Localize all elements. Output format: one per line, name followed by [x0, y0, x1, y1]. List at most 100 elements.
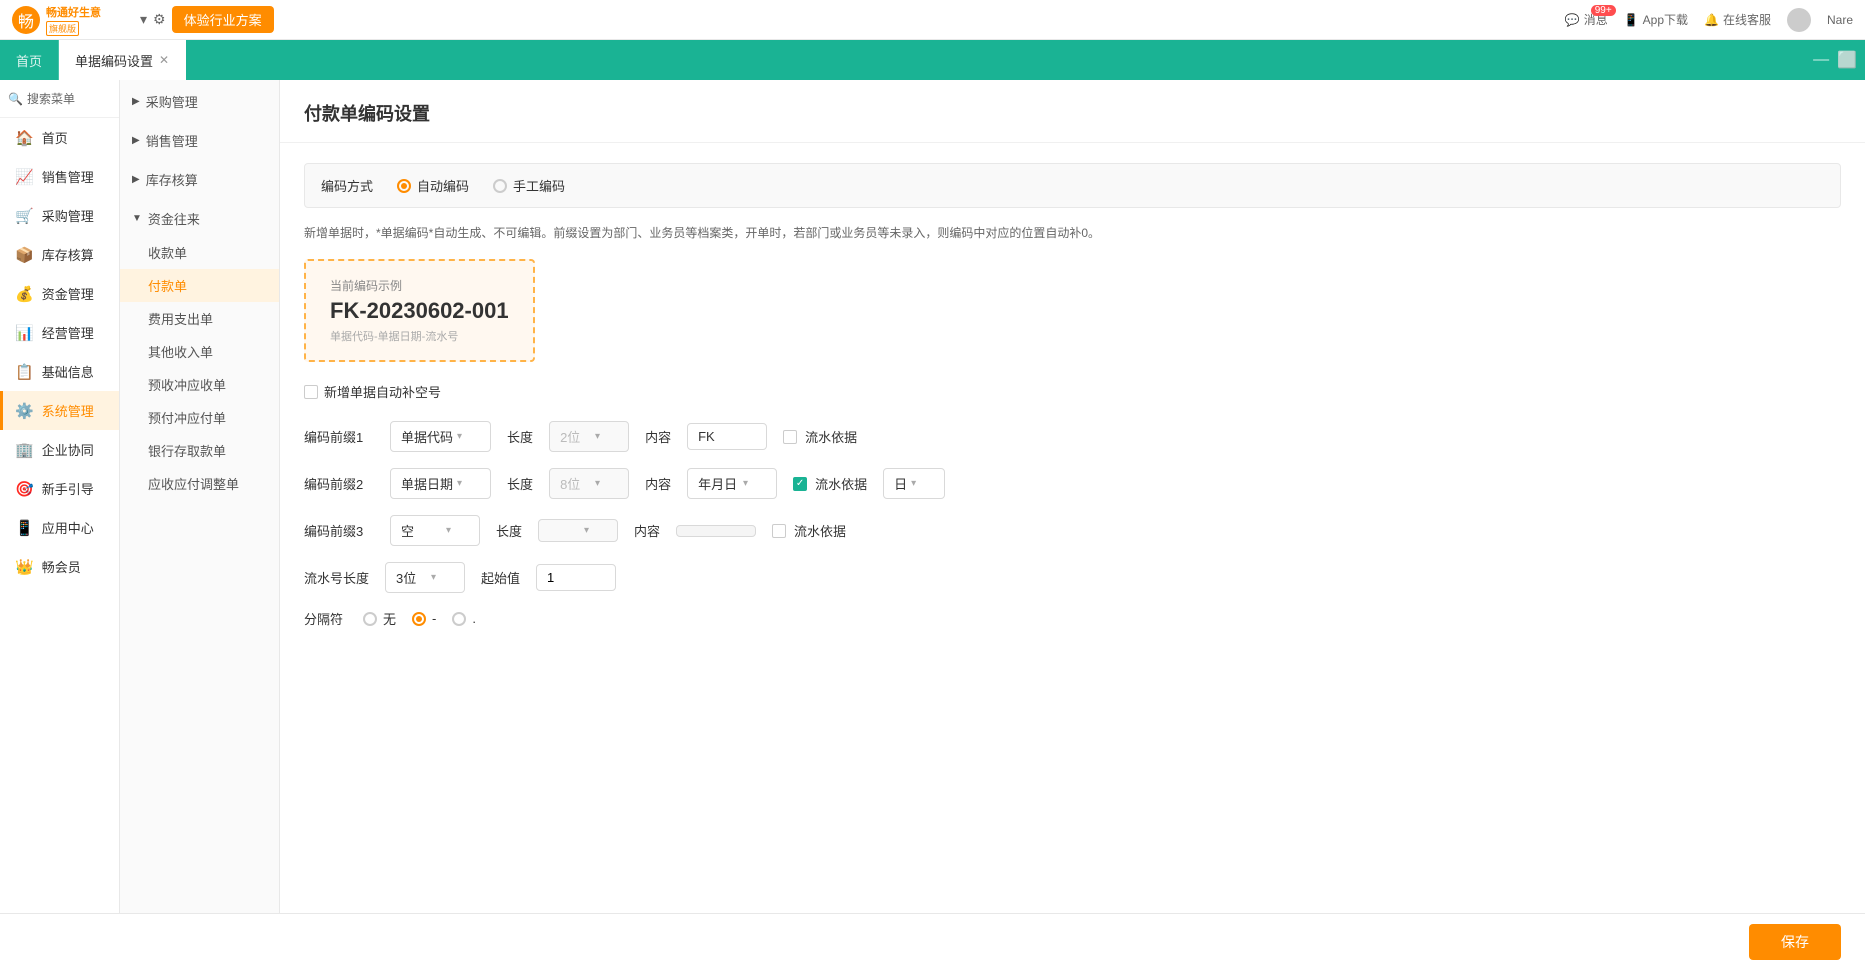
sidebar-item-member[interactable]: 👑 畅会员	[0, 547, 119, 586]
system-icon: ⚙️	[15, 402, 34, 420]
member-icon: 👑	[15, 558, 34, 576]
sidebar: 🔍 搜索菜单 🏠 首页 📈 销售管理 🛒 采购管理 📦 库存核算 💰 资金管理 …	[0, 80, 120, 969]
manual-encoding-radio[interactable]: 手工编码	[493, 176, 565, 195]
flow2-checkbox[interactable]: ✓	[793, 477, 807, 491]
config-row-1: 编码前缀1 单据代码 ▾ 长度 2位 ▾ 内容 FK 流水依据	[304, 421, 1841, 452]
length1-arrow-icon: ▾	[595, 431, 600, 442]
sidebar-item-purchase[interactable]: 🛒 采购管理	[0, 196, 119, 235]
sub-header-inventory[interactable]: ▶ 库存核算	[120, 162, 279, 197]
content3-label: 内容	[634, 521, 660, 540]
day-value-select[interactable]: 日 ▾	[883, 468, 945, 499]
flow2-label: 流水依据	[815, 474, 867, 493]
message-badge[interactable]: 💬 消息 99+	[1565, 11, 1608, 28]
serial-start-label: 起始值	[481, 568, 520, 587]
sub-item-payment[interactable]: 付款单	[120, 269, 279, 302]
tab-bar: 首页 单据编码设置 ✕ — ⬜	[0, 40, 1865, 80]
save-button[interactable]: 保存	[1749, 924, 1841, 960]
sub-item-expense[interactable]: 费用支出单	[120, 302, 279, 335]
sep-dot-radio[interactable]: .	[452, 611, 476, 626]
service-icon: 🔔	[1704, 13, 1719, 27]
app-download[interactable]: 📱 App下载	[1624, 11, 1688, 28]
day-select: 日 ▾	[883, 468, 945, 499]
sub-sidebar: ▶ 采购管理 ▶ 销售管理 ▶ 库存核算 ▼ 资金往来 收款单 付款单 费用支出…	[120, 80, 280, 969]
sub-item-adjust[interactable]: 应收应付调整单	[120, 467, 279, 500]
auto-fill-row: 新增单据自动补空号	[304, 382, 1841, 401]
sidebar-item-basic[interactable]: 📋 基础信息	[0, 352, 119, 391]
prefix1-label: 编码前缀1	[304, 427, 374, 446]
prefix3-arrow-icon: ▾	[446, 525, 451, 536]
content2-select[interactable]: 年月日 ▾	[687, 468, 777, 499]
sidebar-item-sales[interactable]: 📈 销售管理	[0, 157, 119, 196]
top-bar: 畅 畅通好生意 旗舰版 ▾ ⚙ 体验行业方案 💬 消息 99+ 📱 App下载 …	[0, 0, 1865, 40]
sep-dot-circle	[452, 612, 466, 626]
nav-chevron-button[interactable]: ▾	[140, 11, 147, 28]
sidebar-item-inventory[interactable]: 📦 库存核算	[0, 235, 119, 274]
serial-length-arrow-icon: ▾	[431, 572, 436, 583]
app-icon: 📱	[1624, 13, 1639, 27]
sub-item-receipt[interactable]: 收款单	[120, 236, 279, 269]
sidebar-item-enterprise[interactable]: 🏢 企业协同	[0, 430, 119, 469]
sidebar-item-system[interactable]: ⚙️ 系统管理	[0, 391, 119, 430]
flow3-checkbox[interactable]	[772, 524, 786, 538]
flow1-checkbox[interactable]	[783, 430, 797, 444]
trial-button[interactable]: 体验行业方案	[172, 6, 274, 33]
sub-header-capital[interactable]: ▼ 资金往来	[120, 201, 279, 236]
user-avatar[interactable]	[1787, 8, 1811, 32]
sep-dash-radio[interactable]: -	[412, 611, 436, 626]
auto-encoding-radio[interactable]: 自动编码	[397, 176, 469, 195]
tab-encoding[interactable]: 单据编码设置 ✕	[59, 40, 186, 80]
sub-group-sales: ▶ 销售管理	[120, 123, 279, 158]
sep-none-radio[interactable]: 无	[363, 609, 396, 628]
tab-home[interactable]: 首页	[0, 40, 59, 80]
page-header: 付款单编码设置	[280, 80, 1865, 143]
length1-select[interactable]: 2位 ▾	[549, 421, 629, 452]
encoding-method-row: 编码方式 自动编码 手工编码	[304, 163, 1841, 208]
arrow-icon: ▶	[132, 135, 140, 146]
tab-maximize-button[interactable]: ⬜	[1837, 50, 1857, 70]
settings-button[interactable]: ⚙	[153, 11, 166, 28]
code-preview-desc: 单据代码-单据日期-流水号	[330, 328, 509, 344]
length2-select[interactable]: 8位 ▾	[549, 468, 629, 499]
prefix1-arrow-icon: ▾	[457, 431, 462, 442]
online-service[interactable]: 🔔 在线客服	[1704, 11, 1771, 28]
sidebar-item-apps[interactable]: 📱 应用中心	[0, 508, 119, 547]
auto-radio-dot	[401, 183, 407, 189]
sub-item-bank[interactable]: 银行存取款单	[120, 434, 279, 467]
sidebar-item-home[interactable]: 🏠 首页	[0, 118, 119, 157]
message-icon: 💬	[1565, 13, 1580, 27]
sidebar-item-finance[interactable]: 💰 资金管理	[0, 274, 119, 313]
length2-arrow-icon: ▾	[595, 478, 600, 489]
sub-item-other-income[interactable]: 其他收入单	[120, 335, 279, 368]
tab-close-icon[interactable]: ✕	[159, 53, 169, 67]
top-bar-right: 💬 消息 99+ 📱 App下载 🔔 在线客服 Nare	[1565, 8, 1853, 32]
sidebar-search[interactable]: 🔍 搜索菜单	[0, 80, 119, 118]
user-name: Nare	[1827, 13, 1853, 27]
length3-select[interactable]: ▾	[538, 519, 618, 542]
prefix3-label: 编码前缀3	[304, 521, 374, 540]
arrow-icon: ▶	[132, 174, 140, 185]
main-layout: 🔍 搜索菜单 🏠 首页 📈 销售管理 🛒 采购管理 📦 库存核算 💰 资金管理 …	[0, 80, 1865, 969]
config-row-2: 编码前缀2 单据日期 ▾ 长度 8位 ▾ 内容 年月日 ▾ ✓ 流水依据	[304, 468, 1841, 499]
sub-item-prepay-recv[interactable]: 预收冲应收单	[120, 368, 279, 401]
home-icon: 🏠	[15, 129, 34, 147]
sidebar-item-guide[interactable]: 🎯 新手引导	[0, 469, 119, 508]
sub-header-purchase[interactable]: ▶ 采购管理	[120, 84, 279, 119]
guide-icon: 🎯	[15, 480, 34, 498]
auto-fill-checkbox[interactable]	[304, 385, 318, 399]
purchase-icon: 🛒	[15, 207, 34, 225]
sidebar-item-operation[interactable]: 📊 经营管理	[0, 313, 119, 352]
flow-checkbox-row-2: ✓ 流水依据	[793, 474, 867, 493]
content2-arrow-icon: ▾	[743, 478, 748, 489]
logo-area: 畅 畅通好生意 旗舰版	[12, 4, 132, 36]
code-preview-value: FK-20230602-001	[330, 298, 509, 324]
serial-start-input[interactable]	[536, 564, 616, 591]
sub-header-sales[interactable]: ▶ 销售管理	[120, 123, 279, 158]
prefix2-select[interactable]: 单据日期 ▾	[390, 468, 491, 499]
prefix1-select[interactable]: 单据代码 ▾	[390, 421, 491, 452]
prefix3-select[interactable]: 空 ▾	[390, 515, 480, 546]
serial-length-select[interactable]: 3位 ▾	[385, 562, 465, 593]
sub-item-prepay-pay[interactable]: 预付冲应付单	[120, 401, 279, 434]
page-title: 付款单编码设置	[304, 104, 430, 124]
tab-minimize-button[interactable]: —	[1813, 51, 1829, 69]
length1-label: 长度	[507, 427, 533, 446]
